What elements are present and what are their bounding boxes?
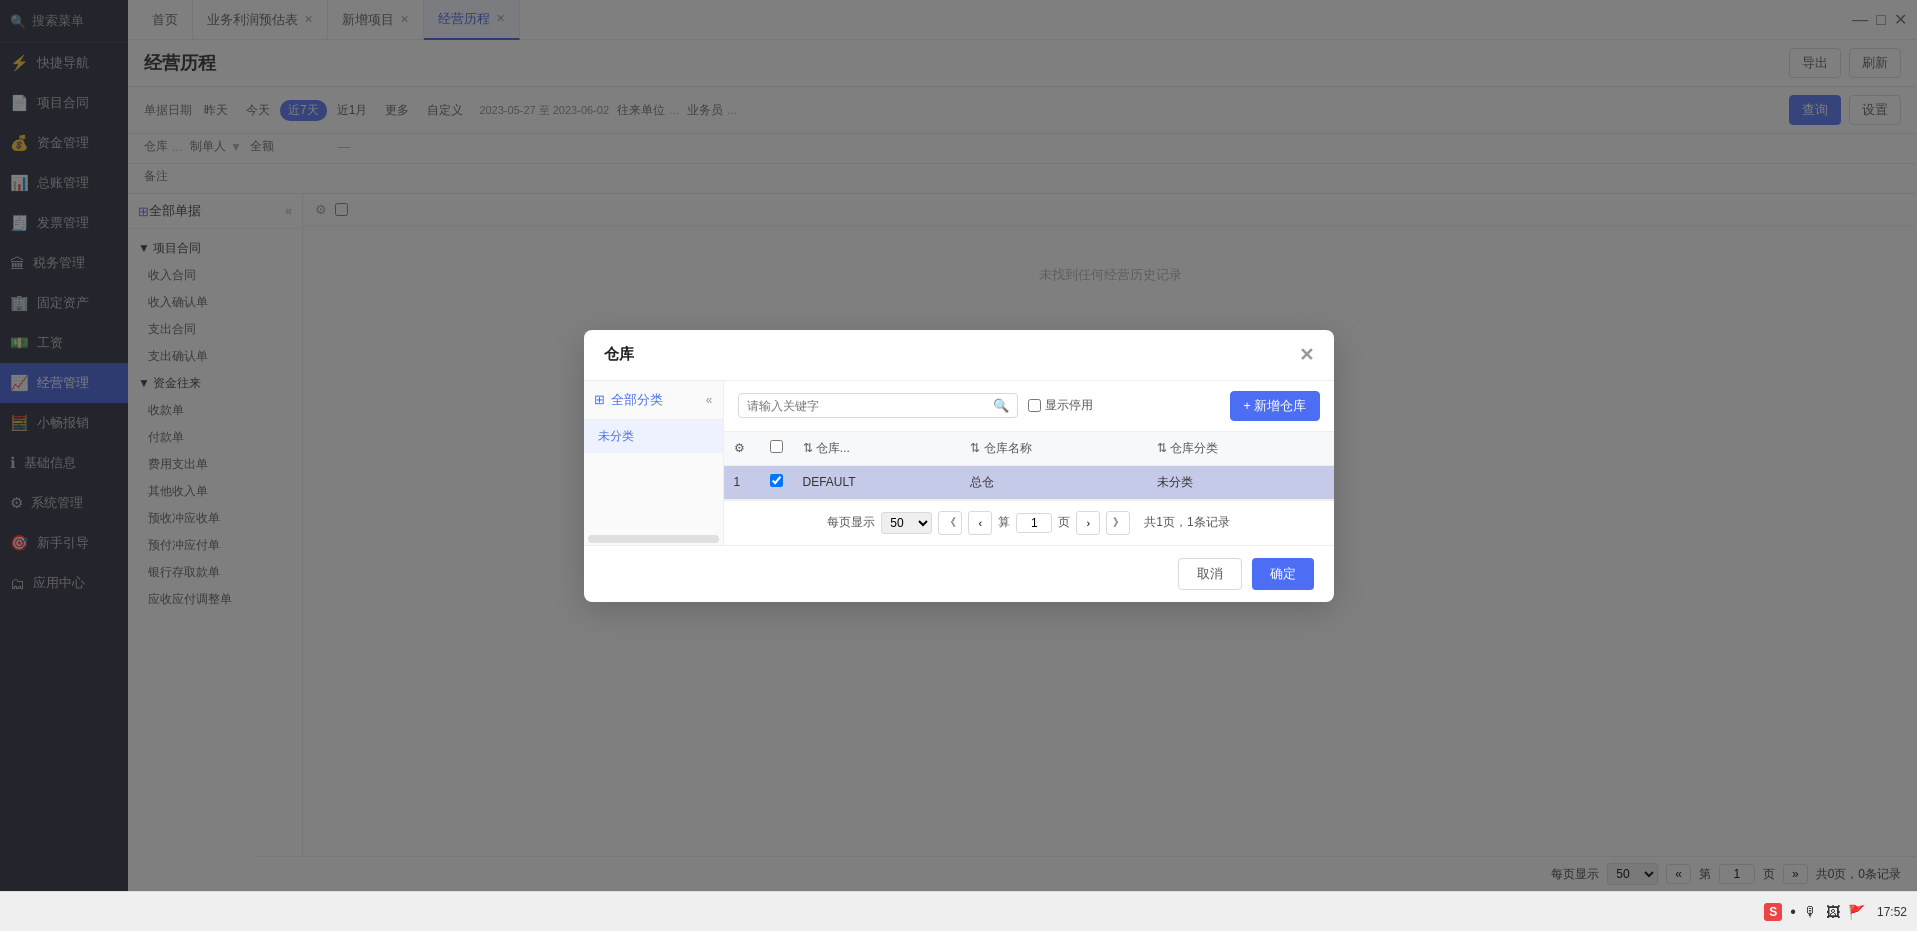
- taskbar-flag-icon[interactable]: 🚩: [1848, 904, 1865, 920]
- row-num: 1: [724, 465, 760, 499]
- confirm-button[interactable]: 确定: [1252, 558, 1314, 590]
- cat-scrollbar[interactable]: [588, 535, 719, 543]
- dlg-total-label: 共1页，1条记录: [1144, 514, 1229, 531]
- row-checkbox[interactable]: [760, 465, 793, 499]
- all-category-label[interactable]: 全部分类: [611, 391, 700, 409]
- search-input[interactable]: [747, 399, 989, 413]
- dlg-page-suffix: 页: [1058, 514, 1070, 531]
- grid-icon: ⊞: [594, 392, 605, 407]
- dialog-pagination: 每页显示 50 100 《 ‹ 算 页 › 》 共1页，1条记录: [724, 500, 1334, 545]
- dialog-body: ⊞ 全部分类 « 未分类 🔍: [584, 381, 1334, 545]
- table-panel: 🔍 显示停用 + 新增仓库 ⚙: [724, 381, 1334, 545]
- dialog-footer: 取消 确定: [584, 545, 1334, 602]
- dlg-last-btn[interactable]: 》: [1106, 511, 1130, 535]
- cat-item-unclassified[interactable]: 未分类: [584, 420, 723, 453]
- select-all-dialog-checkbox[interactable]: [770, 440, 783, 453]
- search-icon: 🔍: [993, 398, 1009, 413]
- row-code: DEFAULT: [793, 465, 961, 499]
- row-category: 未分类: [1147, 465, 1334, 499]
- taskbar-mic-icon[interactable]: 🎙: [1804, 904, 1818, 920]
- taskbar: S • 🎙 🖼 🚩 17:52: [0, 891, 1917, 931]
- cat-toggle-icon[interactable]: «: [706, 393, 713, 407]
- dialog-close-button[interactable]: ✕: [1299, 344, 1314, 366]
- warehouse-dialog: 仓库 ✕ ⊞ 全部分类 « 未分类: [584, 330, 1334, 602]
- tbl-toolbar: 🔍 显示停用 + 新增仓库: [724, 381, 1334, 432]
- cat-header: ⊞ 全部分类 «: [584, 381, 723, 420]
- warehouse-table: ⚙ ⇅ 仓库... ⇅ 仓库名称 ⇅ 仓库分类 1 DEFAULT 总仓 未分类: [724, 432, 1334, 500]
- dialog-overlay: 仓库 ✕ ⊞ 全部分类 « 未分类: [0, 0, 1917, 931]
- dialog-title: 仓库: [604, 345, 634, 364]
- th-category[interactable]: ⇅ 仓库分类: [1147, 432, 1334, 466]
- dlg-per-page-label: 每页显示: [827, 514, 875, 531]
- dlg-page-input[interactable]: [1016, 513, 1052, 533]
- search-box: 🔍: [738, 393, 1018, 418]
- th-settings: ⚙: [724, 432, 760, 466]
- row-name: 总仓: [960, 465, 1147, 499]
- taskbar-dot-icon[interactable]: •: [1790, 903, 1796, 921]
- dialog-header: 仓库 ✕: [584, 330, 1334, 381]
- tbl-scroll: ⚙ ⇅ 仓库... ⇅ 仓库名称 ⇅ 仓库分类 1 DEFAULT 总仓 未分类: [724, 432, 1334, 500]
- dlg-per-page-select[interactable]: 50 100: [881, 512, 932, 534]
- taskbar-s-icon[interactable]: S: [1764, 903, 1782, 921]
- show-disabled-checkbox[interactable]: [1028, 399, 1041, 412]
- dlg-first-btn[interactable]: 《: [938, 511, 962, 535]
- cancel-button[interactable]: 取消: [1178, 558, 1242, 590]
- taskbar-time: 17:52: [1877, 905, 1907, 919]
- category-panel: ⊞ 全部分类 « 未分类: [584, 381, 724, 545]
- dlg-page-prefix: 算: [998, 514, 1010, 531]
- dlg-prev-btn[interactable]: ‹: [968, 511, 992, 535]
- dialog-table-row[interactable]: 1 DEFAULT 总仓 未分类: [724, 465, 1334, 499]
- show-disabled-label: 显示停用: [1028, 397, 1093, 414]
- th-code[interactable]: ⇅ 仓库...: [793, 432, 961, 466]
- cat-scroll: 未分类: [584, 420, 723, 533]
- dlg-next-btn[interactable]: ›: [1076, 511, 1100, 535]
- add-warehouse-button[interactable]: + 新增仓库: [1230, 391, 1319, 421]
- th-checkbox: [760, 432, 793, 466]
- th-name[interactable]: ⇅ 仓库名称: [960, 432, 1147, 466]
- taskbar-screen-icon[interactable]: 🖼: [1826, 904, 1840, 920]
